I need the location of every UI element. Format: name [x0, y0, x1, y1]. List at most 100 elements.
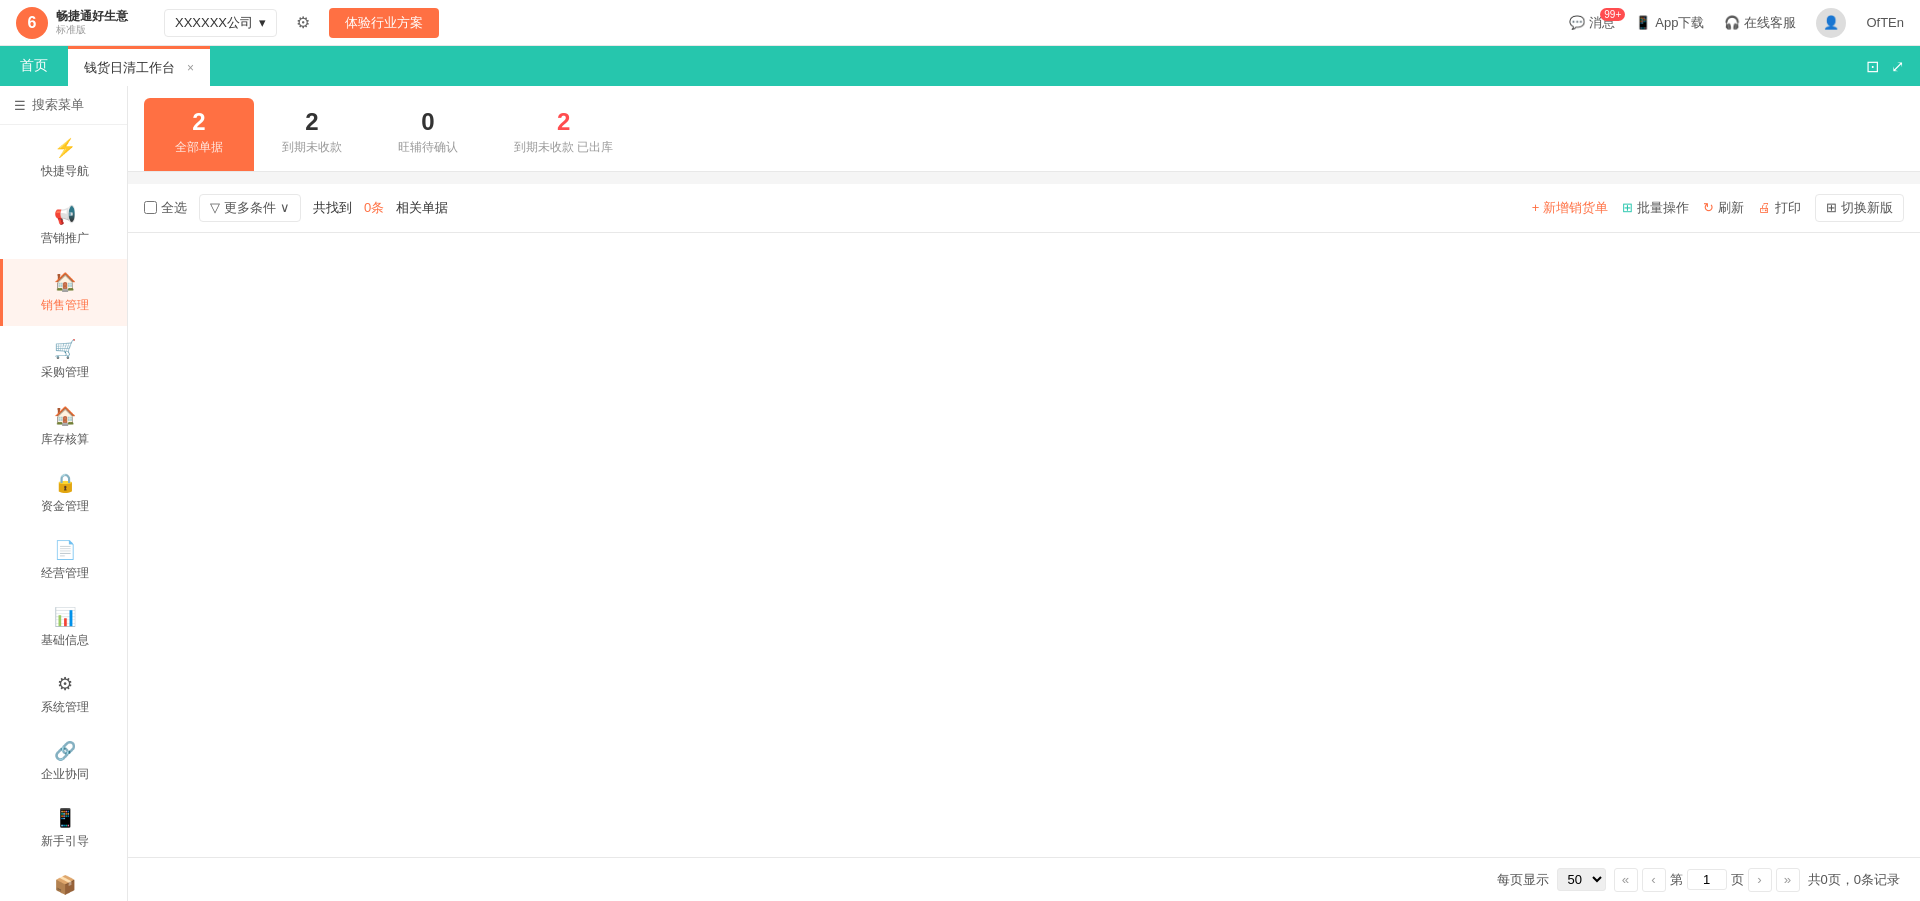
page-suffix-label: 页: [1731, 871, 1744, 889]
stat-tab-overdue[interactable]: 2 到期未收款: [254, 98, 370, 171]
sales-icon: 🏠: [54, 271, 76, 293]
last-page-button[interactable]: »: [1776, 868, 1800, 892]
search-label: 搜索菜单: [32, 96, 84, 114]
avatar-icon: 👤: [1823, 15, 1839, 30]
add-icon: + 新增销货单: [1532, 199, 1608, 217]
sidebar-item-inventory[interactable]: 🏠 库存核算: [0, 393, 127, 460]
switch-icon: ⊞: [1826, 200, 1837, 215]
stat-num-pending: 0: [398, 108, 458, 137]
enterprise-icon: 🔗: [54, 740, 76, 762]
maximize-icon[interactable]: ⤢: [1891, 57, 1904, 76]
sidebar-item-label: 经营管理: [41, 565, 89, 582]
company-name: XXXXXX公司: [175, 14, 253, 32]
refresh-button[interactable]: ↻ 刷新: [1703, 199, 1744, 217]
finance-icon: 🔒: [54, 472, 76, 494]
sidebar-search[interactable]: ☰ 搜索菜单: [0, 86, 127, 125]
tab-close-icon[interactable]: ×: [187, 61, 194, 75]
sidebar-item-label: 快捷导航: [41, 163, 89, 180]
company-selector[interactable]: XXXXXX公司 ▾: [164, 9, 277, 37]
filter-button[interactable]: ▽ 更多条件 ∨: [199, 194, 301, 222]
system-icon: ⚙: [57, 673, 73, 695]
add-sales-order-button[interactable]: + 新增销货单: [1532, 199, 1608, 217]
stat-label-all: 全部单据: [164, 139, 234, 156]
batch-label: 批量操作: [1637, 199, 1689, 217]
batch-operation-button[interactable]: ⊞ 批量操作: [1622, 199, 1689, 217]
found-count: 0条: [364, 199, 384, 217]
logo-icon: 6: [16, 7, 48, 39]
purchase-icon: 🛒: [54, 338, 76, 360]
trial-button[interactable]: 体验行业方案: [329, 8, 439, 38]
logo-title: 畅捷通好生意: [56, 9, 128, 23]
empty-state: [128, 233, 1920, 857]
sidebar-item-label: 企业协同: [41, 766, 89, 783]
stat-label-shipped: 到期未收款 已出库: [514, 139, 613, 156]
message-icon: 💬: [1569, 15, 1585, 30]
print-button[interactable]: 🖨 打印: [1758, 199, 1801, 217]
sidebar-item-finance[interactable]: 🔒 资金管理: [0, 460, 127, 527]
tab-home[interactable]: 首页: [0, 46, 68, 86]
tab-label: 钱货日清工作台: [84, 59, 175, 77]
main-layout: ☰ 搜索菜单 ⚡ 快捷导航 📢 营销推广 🏠 销售管理 🛒 采购管理 🏠 库存核…: [0, 86, 1920, 901]
filter-chevron-icon: ∨: [280, 200, 290, 215]
top-right-area: 💬 消息 99+ 📱 App下载 🎧 在线客服 👤 OfTEn: [1569, 8, 1904, 38]
sidebar-item-system[interactable]: ⚙ 系统管理: [0, 661, 127, 728]
message-badge: 99+: [1600, 8, 1625, 21]
per-page-label: 每页显示: [1497, 871, 1549, 889]
sidebar-item-app-center[interactable]: 📦 应用中心: [0, 862, 127, 901]
avatar-name[interactable]: OfTEn: [1866, 15, 1904, 30]
sidebar-item-label: 资金管理: [41, 498, 89, 515]
message-button[interactable]: 💬 消息 99+: [1569, 14, 1615, 32]
prev-page-button[interactable]: ‹: [1642, 868, 1666, 892]
sidebar-item-label: 系统管理: [41, 699, 89, 716]
refresh-icon: ↻: [1703, 200, 1714, 215]
minimize-icon[interactable]: ⊡: [1866, 57, 1879, 76]
quick-nav-icon: ⚡: [54, 137, 76, 159]
stats-tabs: 2 全部单据 2 到期未收款 0 旺辅待确认 2 到期未收款 已出库: [128, 86, 1920, 172]
stat-num-all: 2: [164, 108, 234, 137]
operations-icon: 📄: [54, 539, 76, 561]
basic-info-icon: 📊: [54, 606, 76, 628]
batch-icon: ⊞: [1622, 200, 1633, 215]
app-download-button[interactable]: 📱 App下载: [1635, 14, 1704, 32]
stat-num-shipped: 2: [514, 108, 613, 137]
sidebar-item-operations[interactable]: 📄 经营管理: [0, 527, 127, 594]
sidebar: ☰ 搜索菜单 ⚡ 快捷导航 📢 营销推广 🏠 销售管理 🛒 采购管理 🏠 库存核…: [0, 86, 128, 901]
online-service-button[interactable]: 🎧 在线客服: [1724, 14, 1796, 32]
sidebar-item-label: 营销推广: [41, 230, 89, 247]
sidebar-item-guide[interactable]: 📱 新手引导: [0, 795, 127, 862]
page-number-input[interactable]: [1687, 869, 1727, 890]
guide-icon: 📱: [54, 807, 76, 829]
tab-bar: 首页 钱货日清工作台 × ⊡ ⤢: [0, 46, 1920, 86]
sidebar-item-enterprise[interactable]: 🔗 企业协同: [0, 728, 127, 795]
online-service-label: 在线客服: [1744, 14, 1796, 32]
download-icon: 📱: [1635, 15, 1651, 30]
sidebar-item-label: 基础信息: [41, 632, 89, 649]
select-all-input[interactable]: [144, 201, 157, 214]
sidebar-item-label: 销售管理: [41, 297, 89, 314]
app-download-label: App下载: [1655, 14, 1704, 32]
avatar[interactable]: 👤: [1816, 8, 1846, 38]
tab-active[interactable]: 钱货日清工作台 ×: [68, 46, 210, 86]
switch-version-button[interactable]: ⊞ 切换新版: [1815, 194, 1904, 222]
stat-tab-all[interactable]: 2 全部单据: [144, 98, 254, 171]
tab-bar-right: ⊡ ⤢: [1866, 46, 1920, 86]
sidebar-item-purchase[interactable]: 🛒 采购管理: [0, 326, 127, 393]
sidebar-item-basic-info[interactable]: 📊 基础信息: [0, 594, 127, 661]
next-page-button[interactable]: ›: [1748, 868, 1772, 892]
sidebar-item-sales[interactable]: 🏠 销售管理: [0, 259, 127, 326]
page-prefix-label: 第: [1670, 871, 1683, 889]
per-page-select[interactable]: 50: [1557, 868, 1606, 891]
first-page-button[interactable]: «: [1614, 868, 1638, 892]
stat-label-overdue: 到期未收款: [282, 139, 342, 156]
stat-tab-shipped[interactable]: 2 到期未收款 已出库: [486, 98, 641, 171]
sidebar-item-marketing[interactable]: 📢 营销推广: [0, 192, 127, 259]
settings-icon[interactable]: ⚙: [289, 9, 317, 37]
select-all-checkbox[interactable]: 全选: [144, 199, 187, 217]
sidebar-item-quick-nav[interactable]: ⚡ 快捷导航: [0, 125, 127, 192]
stat-tab-pending[interactable]: 0 旺辅待确认: [370, 98, 486, 171]
sidebar-item-label: 库存核算: [41, 431, 89, 448]
filter-icon: ▽: [210, 200, 220, 215]
switch-label: 切换新版: [1841, 199, 1893, 217]
filter-label: 更多条件: [224, 199, 276, 217]
found-suffix: 相关单据: [396, 199, 448, 217]
